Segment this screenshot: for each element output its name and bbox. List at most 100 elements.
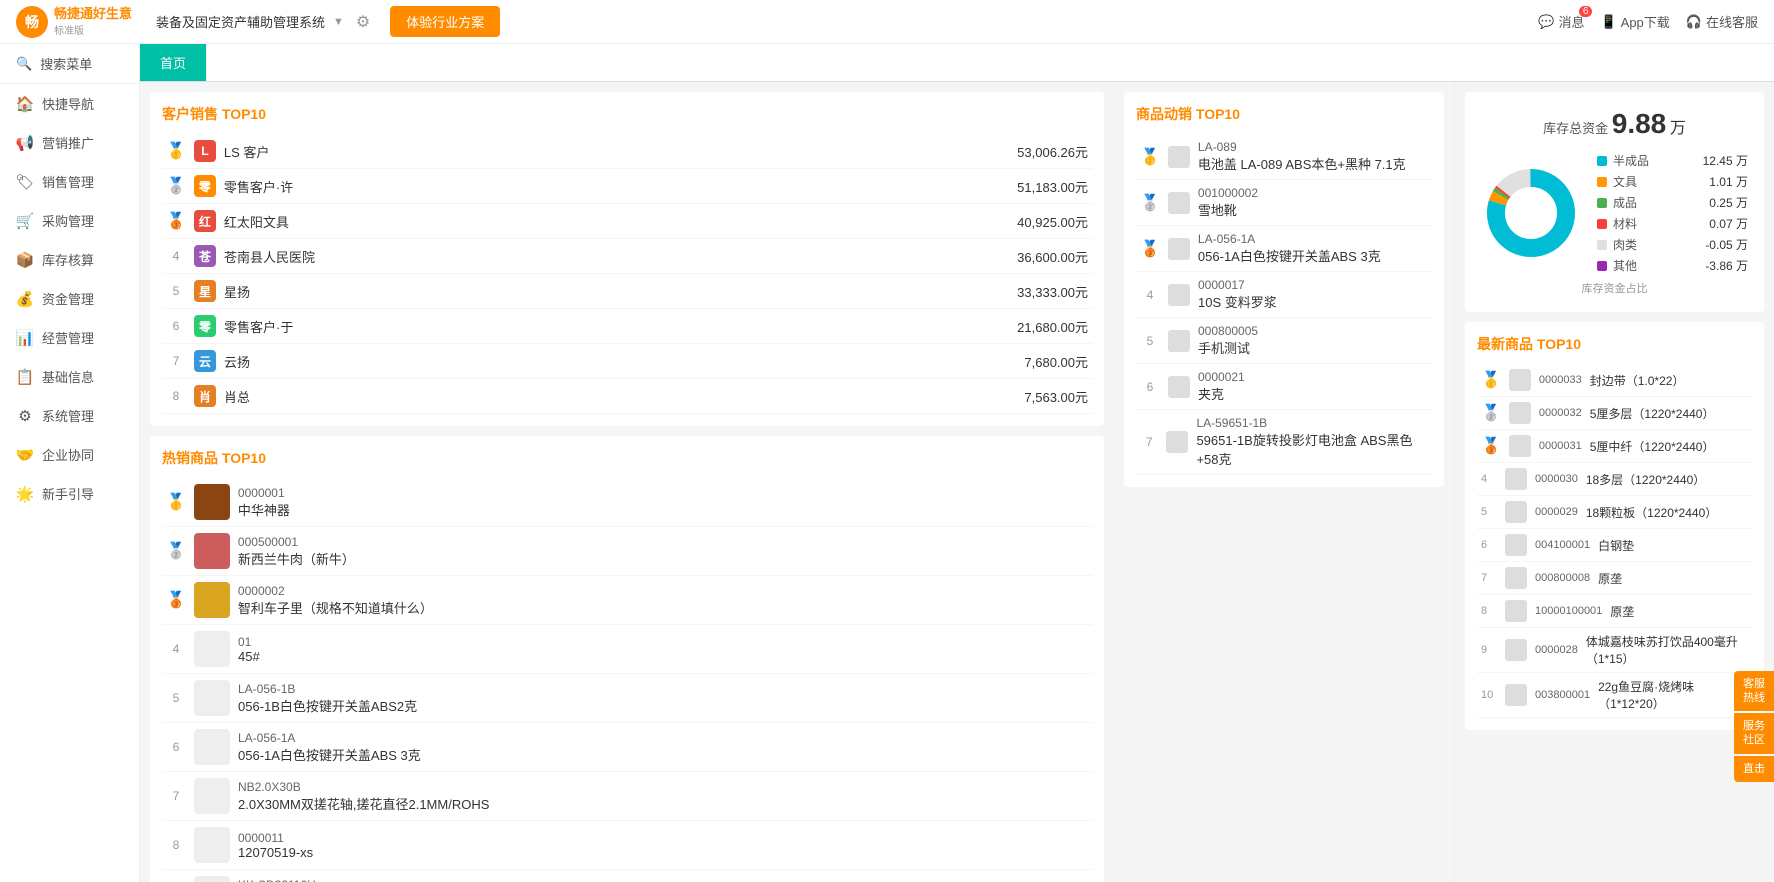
- legend-item-2: 成品 0.25 万: [1597, 194, 1748, 211]
- tab-home[interactable]: 首页: [140, 44, 207, 81]
- customer-name-4: 苍南县人民医院: [224, 247, 1009, 266]
- customer-badge-4: 苍: [194, 245, 216, 267]
- np-icon-4: [1505, 468, 1527, 490]
- sidebar-item-finance[interactable]: 💰 资金管理: [0, 279, 139, 318]
- new-product-2: 🥈 0000032 5厘多层（1220*2440）: [1477, 397, 1752, 430]
- customer-name-5: 星扬: [224, 282, 1009, 301]
- product-trending-list: 🥇 LA-089 电池盖 LA-089 ABS本色+黑种 7.1克 🥈: [1136, 134, 1432, 475]
- sidebar-item-sys-mgmt[interactable]: ⚙ 系统管理: [0, 396, 139, 435]
- headset-icon: 🎧: [1686, 14, 1702, 30]
- system-dropdown-icon[interactable]: ▼: [333, 16, 344, 28]
- customer-value-4: 36,600.00元: [1017, 247, 1088, 266]
- trending-img-3: [1168, 238, 1190, 260]
- customer-ranking-list: 🥇 L LS 客户 53,006.26元 🥈 零 零售客户·许 51,183.0…: [162, 134, 1092, 414]
- sys-mgmt-icon: ⚙: [16, 407, 34, 425]
- sidebar-item-quick-nav[interactable]: 🏠 快捷导航: [0, 84, 139, 123]
- customer-badge-2: 零: [194, 175, 216, 197]
- float-buttons: 客服 热线 服务 社区 直击: [1734, 671, 1774, 782]
- customer-rank-1: 🥇 L LS 客户 53,006.26元: [162, 134, 1092, 169]
- sidebar-item-base-info[interactable]: 📋 基础信息: [0, 357, 139, 396]
- hot-product-img-2: [194, 533, 230, 569]
- new-product-8: 8 10000100001 原垄: [1477, 595, 1752, 628]
- customer-badge-3: 红: [194, 210, 216, 232]
- new-product-4: 4 0000030 18多层（1220*2440）: [1477, 463, 1752, 496]
- hot-product-8: 8 0000011 12070519-xs: [162, 821, 1092, 870]
- inventory-total-label: 库存总资金: [1543, 121, 1608, 136]
- customer-name-3: 红太阳文具: [224, 212, 1009, 231]
- trending-medal-2: 🥈: [1140, 193, 1160, 213]
- donut-chart: [1481, 163, 1581, 263]
- inventory-total-unit: 万: [1670, 120, 1686, 137]
- new-product-10: 10 003800001 22g鱼豆腐·烧烤味（1*12*20）: [1477, 673, 1752, 718]
- new-products-title: 最新商品 TOP10: [1477, 334, 1752, 354]
- float-customer-service[interactable]: 客服 热线: [1734, 671, 1774, 712]
- marketing-icon: 📢: [16, 134, 34, 152]
- customer-value-5: 33,333.00元: [1017, 282, 1088, 301]
- trending-1: 🥇 LA-089 电池盖 LA-089 ABS本色+黑种 7.1克: [1136, 134, 1432, 180]
- sidebar-item-cooperation[interactable]: 🤝 企业协同: [0, 435, 139, 474]
- hot-product-info-4: 01 45#: [238, 635, 260, 664]
- np-icon-8: [1505, 600, 1527, 622]
- logo-text-area: 畅捷通好生意 标准版: [54, 6, 132, 37]
- trending-medal-3: 🥉: [1140, 239, 1160, 259]
- legend-dot-0: [1597, 156, 1607, 166]
- sidebar-label-operation: 经营管理: [42, 328, 94, 347]
- sidebar-label-marketing: 营销推广: [42, 133, 94, 152]
- message-icon: 💬: [1538, 14, 1554, 30]
- new-product-7: 7 000800008 原垄: [1477, 562, 1752, 595]
- logo-badge: 标准版: [54, 22, 132, 37]
- inventory-total-value: 9.88: [1612, 108, 1667, 139]
- np-icon-6: [1505, 534, 1527, 556]
- sidebar-label-finance: 资金管理: [42, 289, 94, 308]
- messages-badge: 6: [1579, 6, 1593, 17]
- sidebar-item-newcomer[interactable]: 🌟 新手引导: [0, 474, 139, 513]
- system-name-area: 装备及固定资产辅助管理系统 ▼ ⚙ 体验行业方案: [156, 6, 1538, 37]
- online-service-button[interactable]: 🎧 在线客服: [1686, 12, 1758, 31]
- customer-name-1: LS 客户: [224, 142, 1009, 161]
- new-product-9: 9 0000028 体城嘉枝味苏打饮品400毫升（1*15）: [1477, 628, 1752, 673]
- np-icon-10: [1505, 684, 1527, 706]
- hot-product-img-1: [194, 484, 230, 520]
- sidebar-label-newcomer: 新手引导: [42, 484, 94, 503]
- sidebar-label-inventory: 库存核算: [42, 250, 94, 269]
- top-bar: 畅 畅捷通好生意 标准版 装备及固定资产辅助管理系统 ▼ ⚙ 体验行业方案 💬 …: [0, 0, 1774, 44]
- new-products-card: 最新商品 TOP10 🥇 0000033 封边带（1.0*22） 🥈: [1465, 322, 1764, 730]
- settings-icon[interactable]: ⚙: [356, 12, 370, 32]
- sidebar-label-purchase: 采购管理: [42, 211, 94, 230]
- hot-product-img-9: [194, 876, 230, 882]
- messages-button[interactable]: 💬 消息 6: [1538, 12, 1584, 31]
- float-direct[interactable]: 直击: [1734, 756, 1774, 782]
- hot-product-info-3: 0000002 智利车子里（规格不知道填什么）: [238, 584, 433, 617]
- mid-panel: 商品动销 TOP10 🥇 LA-089 电池盖 LA-089 ABS本色+黑种 …: [1114, 82, 1454, 882]
- customer-badge-8: 肖: [194, 385, 216, 407]
- sidebar-item-purchase[interactable]: 🛒 采购管理: [0, 201, 139, 240]
- hot-product-img-3: [194, 582, 230, 618]
- sidebar-item-operation[interactable]: 📊 经营管理: [0, 318, 139, 357]
- search-menu-label: 搜索菜单: [40, 54, 92, 73]
- sidebar-item-sales[interactable]: 🏷 销售管理: [0, 162, 139, 201]
- hot-product-img-5: [194, 680, 230, 716]
- np-icon-1: [1509, 369, 1531, 391]
- chart-label: 库存资金占比: [1481, 280, 1748, 296]
- new-product-3: 🥉 0000031 5厘中纤（1220*2440）: [1477, 430, 1752, 463]
- experience-button[interactable]: 体验行业方案: [390, 6, 500, 37]
- sidebar-label-quick-nav: 快捷导航: [42, 94, 94, 113]
- search-menu-item[interactable]: 🔍 搜索菜单: [0, 44, 139, 84]
- inventory-total-area: 库存总资金 9.88 万: [1481, 108, 1748, 140]
- tab-bar: 首页: [140, 44, 1774, 82]
- float-service-community[interactable]: 服务 社区: [1734, 713, 1774, 754]
- base-info-icon: 📋: [16, 368, 34, 386]
- legend-item-1: 文具 1.01 万: [1597, 173, 1748, 190]
- sidebar-label-sys-mgmt: 系统管理: [42, 406, 94, 425]
- customer-badge-6: 零: [194, 315, 216, 337]
- new-product-1: 🥇 0000033 封边带（1.0*22）: [1477, 364, 1752, 397]
- sidebar-item-inventory[interactable]: 📦 库存核算: [0, 240, 139, 279]
- customer-name-6: 零售客户·于: [224, 317, 1009, 336]
- app-download-label: App下载: [1621, 12, 1670, 31]
- hot-product-info-6: LA-056-1A 056-1A白色按键开关盖ABS 3克: [238, 731, 421, 764]
- hot-product-6: 6 LA-056-1A 056-1A白色按键开关盖ABS 3克: [162, 723, 1092, 772]
- trending-2: 🥈 001000002 雪地靴: [1136, 180, 1432, 226]
- app-download-button[interactable]: 📱 App下载: [1600, 12, 1669, 31]
- hot-product-info-7: NB2.0X30B 2.0X30MM双搓花轴,搓花直径2.1MM/ROHS: [238, 780, 489, 813]
- sidebar-item-marketing[interactable]: 📢 营销推广: [0, 123, 139, 162]
